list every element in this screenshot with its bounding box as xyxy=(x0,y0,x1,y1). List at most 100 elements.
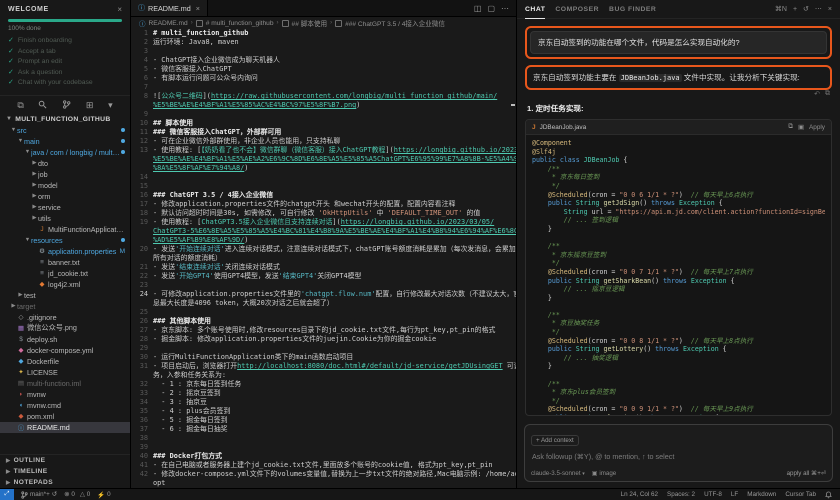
tab-readme[interactable]: ⓘ README.md × xyxy=(131,0,208,16)
tree-item-main[interactable]: ▼main xyxy=(0,136,130,147)
tree-item-model[interactable]: ▶model xyxy=(0,180,130,191)
explorer-root-header[interactable]: ▼ MULTI_FUNCTION_GITHUB xyxy=(0,114,130,125)
editor-tab-bar: ⓘ README.md × ◫ ▢ ⋯ xyxy=(131,0,516,17)
code-line: * 京东plus会员签到 xyxy=(532,388,825,397)
code-line: } xyxy=(532,294,825,303)
tree-item-utils[interactable]: ▶utils xyxy=(0,213,130,224)
tree-item-label: service xyxy=(38,203,125,212)
breadcrumb-item[interactable]: ## 脚本使用 xyxy=(292,18,328,28)
section-notepads[interactable]: ▶NOTEPADS xyxy=(0,477,130,488)
tree-item-application.properties[interactable]: ⚙application.propertiesM xyxy=(0,246,130,257)
chevron-right-icon: ▶ xyxy=(31,182,38,188)
open-preview-icon[interactable]: ▢ xyxy=(487,4,495,13)
add-context-button[interactable]: + Add context xyxy=(531,435,579,446)
tree-item-banner.txt[interactable]: ≡banner.txt xyxy=(0,257,130,268)
split-editor-icon[interactable]: ◫ xyxy=(474,4,482,13)
tree-item-docker-compose.yml[interactable]: ◆docker-compose.yml xyxy=(0,345,130,356)
tree-item-orm[interactable]: ▶orm xyxy=(0,191,130,202)
section-timeline[interactable]: ▶TIMELINE xyxy=(0,466,130,477)
notifications-bell-icon[interactable] xyxy=(825,491,832,499)
code-area[interactable]: 1# multi_function_github2运行环境: Java8, ma… xyxy=(131,29,516,488)
tree-item-target[interactable]: ▶target xyxy=(0,301,130,312)
search-icon[interactable] xyxy=(38,100,47,109)
extensions-icon[interactable]: ⊞ xyxy=(86,100,94,110)
git-branch-indicator[interactable]: main*+ ↺ xyxy=(21,491,57,499)
files-icon[interactable]: ⧉ xyxy=(17,100,23,110)
tree-item-log4j2.xml[interactable]: ◆log4j2.xml xyxy=(0,279,130,290)
chat-tab-chat[interactable]: CHAT xyxy=(525,0,545,19)
tree-item-job[interactable]: ▶job xyxy=(0,169,130,180)
tree-item-dto[interactable]: ▶dto xyxy=(0,158,130,169)
tree-item-multi-function.iml[interactable]: ▤multi-function.iml xyxy=(0,378,130,389)
more-icon[interactable]: ⋯ xyxy=(815,5,822,13)
welcome-checklist-item: ✓Prompt an edit xyxy=(8,57,122,68)
chevron-right-icon: ▶ xyxy=(10,303,17,309)
tree-item-label: mvnw.cmd xyxy=(27,401,125,410)
tree-item-multifunctionapplication.java[interactable]: JMultiFunctionApplication.java xyxy=(0,224,130,235)
history-icon[interactable]: ↺ xyxy=(803,5,809,13)
tree-item-dockerfile[interactable]: ◆Dockerfile xyxy=(0,356,130,367)
editor-line: 13- 使用教程: [【奶奶看了也不会】微信群聊（微信客服）接入ChatGPT教… xyxy=(131,146,516,155)
line-number: 16 xyxy=(131,191,153,200)
editor-line: 30- 运行MultiFunctionApplication类下的main函数启… xyxy=(131,353,516,362)
tree-item-readme.md[interactable]: ⓘREADME.md xyxy=(0,422,130,433)
undo-icon[interactable]: ↶ xyxy=(814,90,820,98)
cursor-position[interactable]: Ln 24, Col 62 xyxy=(621,491,658,498)
user-message-highlight: 京东自动签到的功能在哪个文件，代码是怎么实现自动化的? xyxy=(525,26,832,59)
chat-input-box[interactable]: + Add context Ask followup (⌘Y), @ to me… xyxy=(524,424,833,482)
remote-indicator[interactable]: ⤢ xyxy=(0,489,14,500)
breadcrumb-item[interactable]: ### ChatGPT 3.5 / 4接入企业微信 xyxy=(345,18,445,28)
apply-button[interactable]: Apply xyxy=(809,124,825,131)
ports-indicator[interactable]: ⚡0 xyxy=(97,491,110,499)
tree-item-resources[interactable]: ▼resources xyxy=(0,235,130,246)
eol[interactable]: LF xyxy=(731,491,738,498)
file-icon: ≡ xyxy=(38,270,46,277)
welcome-panel: WELCOME × 100% done ✓Finish onboarding✓A… xyxy=(0,0,130,96)
chat-tab-bug-finder[interactable]: BUG FINDER xyxy=(609,0,656,19)
tab-close-icon[interactable]: × xyxy=(196,4,200,13)
chat-input-placeholder[interactable]: Ask followup (⌘Y), @ to mention, ↑ to se… xyxy=(532,452,825,461)
close-icon[interactable]: × xyxy=(828,6,832,13)
editor-line: 9 xyxy=(131,110,516,119)
model-selector[interactable]: claude-3.5-sonnet ▾ xyxy=(531,470,585,477)
tree-item-src[interactable]: ▼src xyxy=(0,125,130,136)
code-line xyxy=(532,371,825,380)
code-line: * 京东摇京豆签到 xyxy=(532,251,825,260)
attach-image-button[interactable]: ▣ image xyxy=(592,470,616,477)
tree-item-test[interactable]: ▶test xyxy=(0,290,130,301)
problems-indicator[interactable]: ⊗0 △0 xyxy=(64,491,90,498)
tree-item-service[interactable]: ▶service xyxy=(0,202,130,213)
language-mode[interactable]: Markdown xyxy=(747,491,776,498)
insert-icon[interactable]: ▣ xyxy=(798,123,804,131)
add-icon[interactable]: + xyxy=(793,6,797,13)
tree-item-.gitignore[interactable]: ◇.gitignore xyxy=(0,312,130,323)
encoding[interactable]: UTF-8 xyxy=(704,491,722,498)
copy-icon[interactable]: ⧉ xyxy=(825,90,830,98)
chat-tab-composer[interactable]: COMPOSER xyxy=(555,0,599,19)
tree-item--.png[interactable]: ▦微信公众号.png xyxy=(0,323,130,334)
breadcrumb-item[interactable]: README.md xyxy=(149,20,188,27)
welcome-close-icon[interactable]: × xyxy=(117,5,122,14)
breadcrumb-item[interactable]: # multi_function_github xyxy=(206,20,274,27)
tree-item-pom.xml[interactable]: ◆pom.xml xyxy=(0,411,130,422)
more-icon[interactable]: ⋯ xyxy=(501,4,509,13)
copy-icon[interactable]: ⧉ xyxy=(788,123,793,131)
tree-item-mvnw.cmd[interactable]: ◖mvnw.cmd xyxy=(0,400,130,411)
tree-item-java-com-longbig-multifu...[interactable]: ▼java / com / longbig / multifu... xyxy=(0,147,130,158)
chevron-down-icon[interactable]: ▾ xyxy=(108,100,113,110)
tree-item-jd-cookie.txt[interactable]: ≡jd_cookie.txt xyxy=(0,268,130,279)
section-outline[interactable]: ▶OUTLINE xyxy=(0,455,130,466)
source-control-icon[interactable] xyxy=(62,100,71,109)
tree-item-license[interactable]: ✦LICENSE xyxy=(0,367,130,378)
line-number: 19 xyxy=(131,218,153,227)
tree-item-mvnw[interactable]: ◗mvnw xyxy=(0,389,130,400)
line-number: 30 xyxy=(131,353,153,362)
editor-line: 28- 掘金脚本: 修改application.properties文件的jue… xyxy=(131,335,516,344)
code-line: @Component xyxy=(532,139,825,148)
indentation[interactable]: Spaces: 2 xyxy=(667,491,695,498)
tree-item-deploy.sh[interactable]: $deploy.sh xyxy=(0,334,130,345)
apply-all-button[interactable]: apply all ⌘+⏎ xyxy=(787,470,826,477)
new-chat-shortcut[interactable]: ⌘N xyxy=(775,5,787,13)
cursor-tab[interactable]: Cursor Tab xyxy=(785,491,816,498)
editor-line: %8A%E5%8F%AF%E7%94%A8/) xyxy=(131,164,516,173)
